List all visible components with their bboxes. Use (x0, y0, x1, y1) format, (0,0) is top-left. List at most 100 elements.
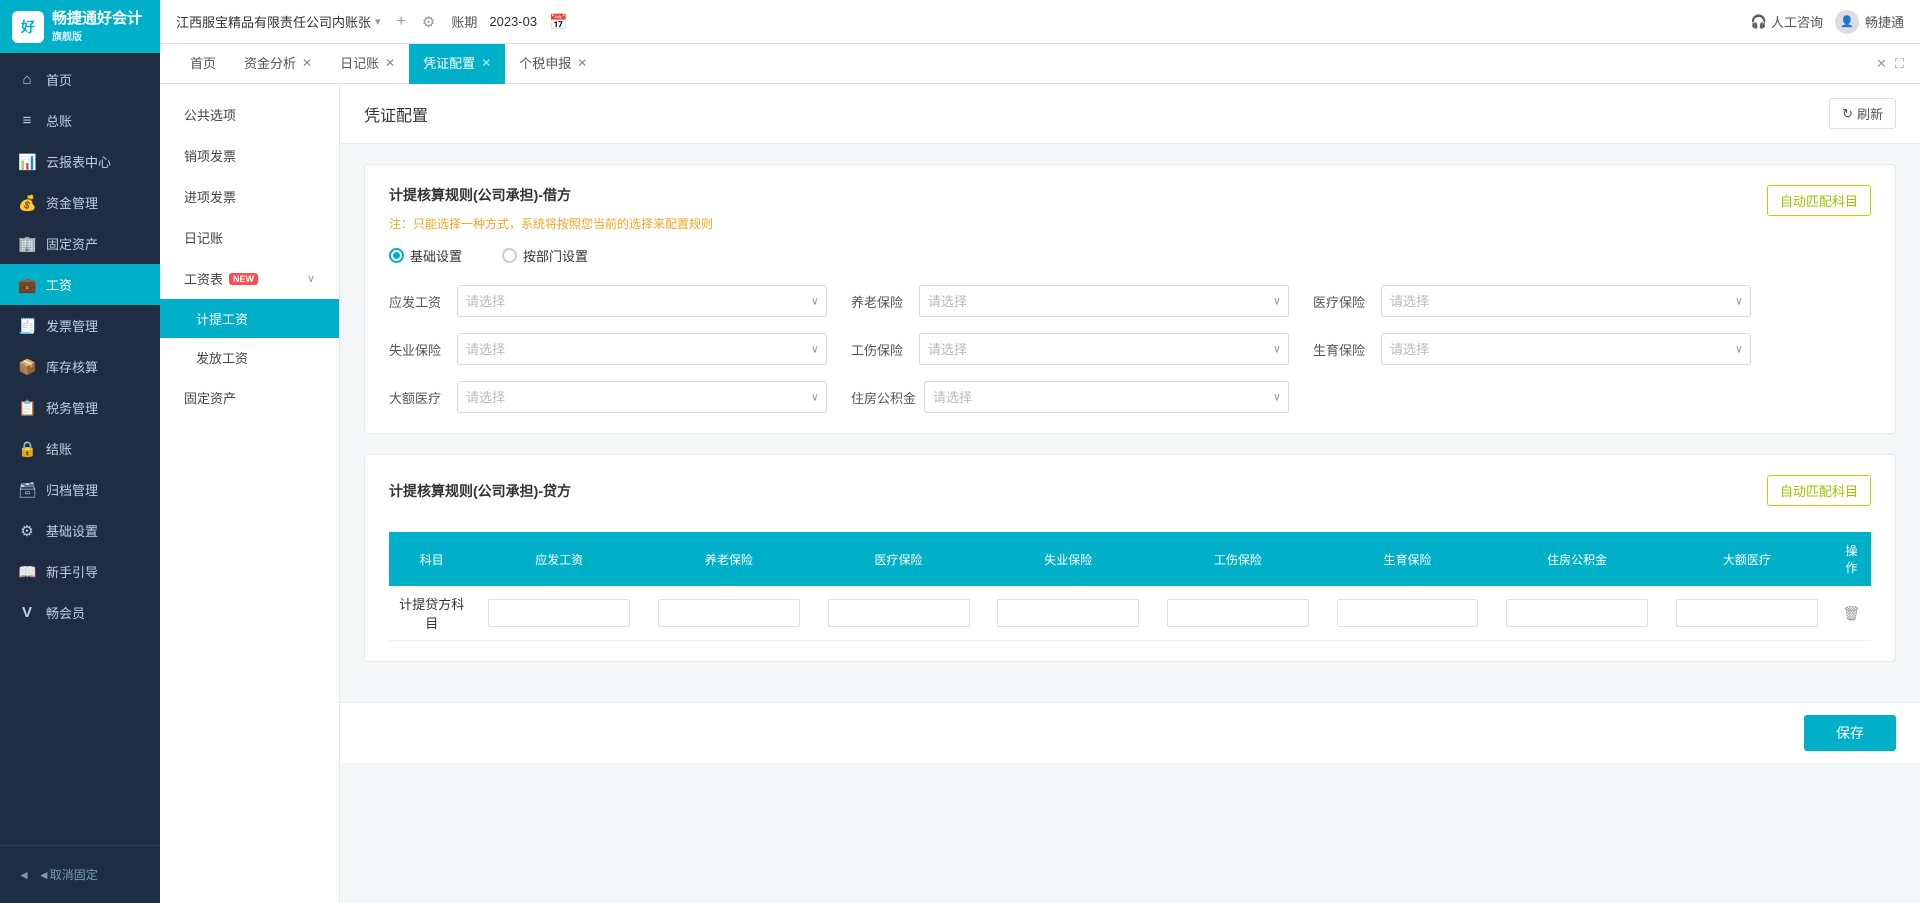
subnav-journal[interactable]: 日记账 (160, 217, 339, 258)
field-gong-shang: 工伤保险 请选择 (851, 333, 1289, 365)
content-area: 公共选项 销项发票 进项发票 日记账 工资表 NEW ∨ 计提工资 (160, 84, 1920, 903)
sidebar-bottom: ◄ ◄取消固定 (0, 845, 160, 903)
shengyu-select[interactable]: 请选择 (1381, 333, 1751, 365)
credit-yanglao-input[interactable] (658, 599, 800, 627)
subnav-salary-table[interactable]: 工资表 NEW ∨ (160, 258, 339, 299)
settings-gear-icon[interactable]: ⚙ (422, 13, 435, 31)
sub-navigation: 公共选项 销项发票 进项发票 日记账 工资表 NEW ∨ 计提工资 (160, 84, 340, 903)
yanglao-select[interactable]: 请选择 (919, 285, 1289, 317)
sidebar-item-close[interactable]: 🔒 结账 (0, 428, 160, 469)
sidebar-item-vip[interactable]: V 畅会员 (0, 592, 160, 633)
save-button[interactable]: 保存 (1804, 715, 1896, 751)
debit-section: 计提核算规则(公司承担)-借方 注：只能选择一种方式，系统将按照您当前的选择来配… (364, 164, 1896, 434)
select-gongshang[interactable]: 请选择 (919, 333, 1289, 365)
col-shiye: 失业保险 (983, 532, 1153, 586)
tab-tax-filing-label: 个税申报 (519, 53, 571, 72)
daeyiliao-select[interactable]: 请选择 (457, 381, 827, 413)
subnav-purchase-invoice[interactable]: 进项发票 (160, 176, 339, 217)
row-zhufang-cell (1492, 586, 1662, 641)
tab-fund-analysis[interactable]: 资金分析 ✕ (230, 44, 326, 84)
user-menu[interactable]: 👤 畅捷通 (1835, 10, 1904, 34)
sidebar-item-inventory[interactable]: 📦 库存核算 (0, 346, 160, 387)
credit-gongshang-input[interactable] (1167, 599, 1309, 627)
tab-home-label: 首页 (190, 53, 216, 72)
row-yiliao-cell (814, 586, 984, 641)
select-shiye[interactable]: 请选择 (457, 333, 827, 365)
yiliao-select[interactable]: 请选择 (1381, 285, 1751, 317)
tab-voucher-config[interactable]: 凭证配置 ✕ (409, 44, 505, 84)
sidebar-item-guide[interactable]: 📖 新手引导 (0, 551, 160, 592)
field-label-shengyu: 生育保险 (1313, 340, 1373, 359)
sidebar-item-ledger[interactable]: ≡ 总账 (0, 100, 160, 141)
calendar-icon[interactable]: 📅 (549, 13, 568, 31)
sidebar-item-home[interactable]: ⌂ 首页 (0, 59, 160, 100)
zhufang-select[interactable]: 请选择 (924, 381, 1289, 413)
sidebar-item-salary[interactable]: 💼 工资 (0, 264, 160, 305)
radio-dept[interactable]: 按部门设置 (502, 246, 588, 265)
sidebar-item-settings[interactable]: ⚙ 基础设置 (0, 510, 160, 551)
gongshang-select[interactable]: 请选择 (919, 333, 1289, 365)
add-account-button[interactable]: + (393, 13, 410, 31)
yingfa-select[interactable]: 请选择 (457, 285, 827, 317)
credit-zhufang-input[interactable] (1506, 599, 1648, 627)
credit-yiliao-input[interactable] (828, 599, 970, 627)
row-yanglao-cell (644, 586, 814, 641)
subnav-sales-invoice[interactable]: 销项发票 (160, 135, 339, 176)
expand-icon[interactable]: ⛶ (1895, 56, 1904, 72)
sidebar-item-archive[interactable]: 🗃 归档管理 (0, 469, 160, 510)
support-label: 人工咨询 (1771, 12, 1823, 31)
sidebar-item-reports[interactable]: 📊 云报表中心 (0, 141, 160, 182)
sidebar-item-tax[interactable]: 📋 税务管理 (0, 387, 160, 428)
subnav-accrual[interactable]: 计提工资 (160, 299, 339, 338)
shiye-select[interactable]: 请选择 (457, 333, 827, 365)
credit-daeyiliao-input[interactable] (1676, 599, 1818, 627)
tab-voucher-config-label: 凭证配置 (423, 53, 475, 72)
sidebar-item-label: 总账 (46, 111, 72, 130)
radio-basic[interactable]: 基础设置 (389, 246, 462, 265)
period-label: 账期 (451, 12, 477, 31)
user-avatar: 👤 (1835, 10, 1859, 34)
main-area: 江西服宝精品有限责任公司内账张 ▾ + ⚙ 账期 2023-03 📅 🎧 人工咨… (160, 0, 1920, 903)
tab-journal[interactable]: 日记账 ✕ (326, 44, 409, 84)
delete-row-button[interactable]: 🗑 (1842, 605, 1860, 621)
tab-close-icon[interactable]: ✕ (481, 56, 491, 70)
select-zhufang[interactable]: 请选择 (924, 381, 1289, 413)
refresh-button[interactable]: ↻ 刷新 (1829, 98, 1896, 129)
select-yingfa[interactable]: 请选择 (457, 285, 827, 317)
tab-close-icon[interactable]: ✕ (577, 56, 587, 70)
row-shiye-cell (983, 586, 1153, 641)
cancel-pin-button[interactable]: ◄ ◄取消固定 (0, 856, 160, 893)
credit-auto-match-button[interactable]: 自动匹配科目 (1767, 475, 1871, 506)
tab-close-icon[interactable]: ✕ (385, 56, 395, 70)
tab-fund-analysis-label: 资金分析 (244, 53, 296, 72)
select-shengyu[interactable]: 请选择 (1381, 333, 1751, 365)
subnav-sales-invoice-label: 销项发票 (184, 146, 236, 165)
credit-yingfa-input[interactable] (488, 599, 630, 627)
debit-form-grid: 应发工资 请选择 养老保险 (389, 285, 1751, 413)
credit-shengyu-input[interactable] (1337, 599, 1479, 627)
sidebar-item-label: 库存核算 (46, 357, 98, 376)
tab-home[interactable]: 首页 (176, 44, 230, 84)
close-all-icon[interactable]: ✕ (1876, 56, 1887, 72)
subnav-distribute[interactable]: 发放工资 (160, 338, 339, 377)
select-yiliao[interactable]: 请选择 (1381, 285, 1751, 317)
company-selector[interactable]: 江西服宝精品有限责任公司内账张 ▾ (176, 12, 381, 31)
tab-tax-filing[interactable]: 个税申报 ✕ (505, 44, 601, 84)
field-label-daeyiliao: 大额医疗 (389, 388, 449, 407)
sidebar-item-assets[interactable]: 🏢 固定资产 (0, 223, 160, 264)
debit-notice: 注：只能选择一种方式，系统将按照您当前的选择来配置规则 (389, 215, 1751, 232)
table-row: 计提贷方科目 🗑 (389, 586, 1871, 641)
subnav-fixed-assets-label: 固定资产 (184, 388, 236, 407)
app-logo: 好 畅捷通好会计 旗舰版 (0, 0, 160, 53)
subnav-fixed-assets[interactable]: 固定资产 (160, 377, 339, 418)
sidebar-item-funds[interactable]: 💰 资金管理 (0, 182, 160, 223)
sidebar-item-invoice[interactable]: 🧾 发票管理 (0, 305, 160, 346)
human-support-button[interactable]: 🎧 人工咨询 (1751, 12, 1823, 31)
tab-close-icon[interactable]: ✕ (302, 56, 312, 70)
debit-auto-match-button[interactable]: 自动匹配科目 (1767, 185, 1871, 216)
credit-shiye-input[interactable] (997, 599, 1139, 627)
select-yanglao[interactable]: 请选择 (919, 285, 1289, 317)
subnav-public[interactable]: 公共选项 (160, 94, 339, 135)
archive-icon: 🗃 (18, 481, 36, 499)
select-daeyiliao[interactable]: 请选择 (457, 381, 827, 413)
